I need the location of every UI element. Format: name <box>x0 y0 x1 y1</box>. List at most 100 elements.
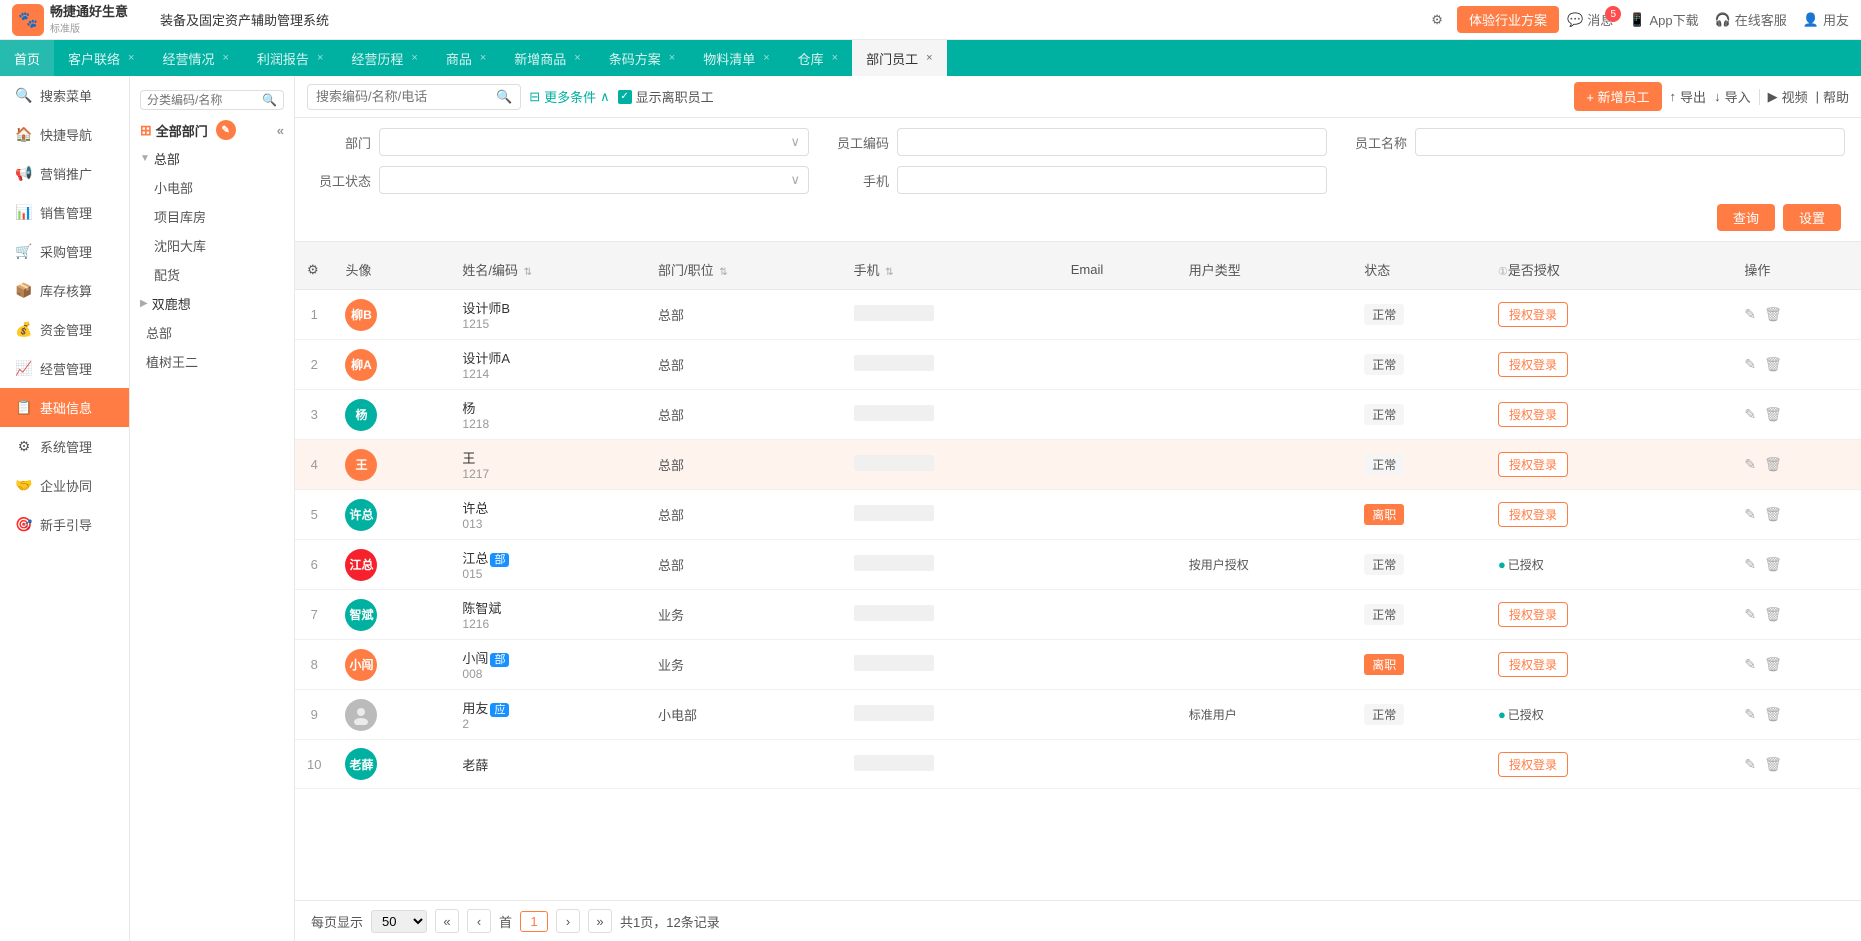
tab-profit[interactable]: 利润报告 × <box>243 40 337 76</box>
view-button[interactable]: ▶ 视频 <box>1768 87 1808 106</box>
dept-node-peihuo[interactable]: 配货 <box>130 260 294 289</box>
delete-icon[interactable]: 🗑 <box>1764 456 1782 473</box>
empname-field[interactable] <box>1415 128 1845 156</box>
delete-icon[interactable]: 🗑 <box>1764 656 1782 673</box>
empname-input[interactable] <box>1415 128 1845 156</box>
edit-icon[interactable]: ✎ <box>1744 406 1756 423</box>
auth-login-button[interactable]: 授权登录 <box>1498 602 1568 627</box>
col-gear[interactable]: ⚙ <box>295 250 333 290</box>
set-button[interactable]: 设置 <box>1783 204 1841 231</box>
tab-staff[interactable]: 部门员工 × <box>852 40 946 76</box>
dept-node-zongbu[interactable]: 总部 <box>130 318 294 347</box>
delete-icon[interactable]: 🗑 <box>1764 706 1782 723</box>
tab-barcode[interactable]: 条码方案 × <box>595 40 689 76</box>
query-button[interactable]: 查询 <box>1717 204 1775 231</box>
help-button[interactable]: | 帮助 <box>1816 87 1849 106</box>
sidebar-item-finance[interactable]: 💰 资金管理 <box>0 310 129 349</box>
tab-addgoods[interactable]: 新增商品 × <box>500 40 594 76</box>
tab-home[interactable]: 首页 <box>0 40 54 76</box>
dept-select-control[interactable]: ∨ <box>379 128 809 156</box>
edit-icon[interactable]: ✎ <box>1744 456 1756 473</box>
close-icon[interactable]: × <box>222 52 228 64</box>
sidebar-item-system[interactable]: ⚙ 系统管理 <box>0 427 129 466</box>
dept-node-xiaodian[interactable]: 小电部 <box>130 173 294 202</box>
dept-all-button[interactable]: ⊞ 全部部门 ✎ « <box>130 116 294 144</box>
edit-icon[interactable]: ✎ <box>1744 656 1756 673</box>
delete-icon[interactable]: 🗑 <box>1764 556 1782 573</box>
edit-icon[interactable]: ✎ <box>1744 306 1756 323</box>
gear-button[interactable]: ⚙ <box>1425 8 1449 32</box>
user-button[interactable]: 👤 用友 <box>1803 10 1849 29</box>
service-button[interactable]: 🎧 在线客服 <box>1715 10 1787 29</box>
last-page-button[interactable]: » <box>588 909 612 933</box>
tab-warehouse[interactable]: 仓库 × <box>784 40 852 76</box>
search-input[interactable] <box>316 89 492 104</box>
close-icon[interactable]: × <box>763 52 769 64</box>
export-button[interactable]: ↑ 导出 <box>1670 87 1707 106</box>
settings-icon[interactable]: ⚙ <box>307 262 319 277</box>
empcode-field[interactable] <box>897 128 1327 156</box>
edit-icon[interactable]: ✎ <box>1744 706 1756 723</box>
tab-history[interactable]: 经营历程 × <box>337 40 431 76</box>
delete-icon[interactable]: 🗑 <box>1764 406 1782 423</box>
auth-login-button[interactable]: 授权登录 <box>1498 502 1568 527</box>
status-select-control[interactable]: ∨ <box>379 166 809 194</box>
dept-search[interactable]: 🔍 <box>140 90 284 110</box>
more-filter-button[interactable]: ⊟ 更多条件 ∧ <box>529 87 609 106</box>
phone-input[interactable] <box>897 166 1327 194</box>
phone-field[interactable] <box>897 166 1327 194</box>
close-icon[interactable]: × <box>128 52 134 64</box>
sidebar-item-purchase[interactable]: 🛒 采购管理 <box>0 232 129 271</box>
close-icon[interactable]: × <box>669 52 675 64</box>
sidebar-item-guide[interactable]: 🎯 新手引导 <box>0 505 129 544</box>
auth-login-button[interactable]: 授权登录 <box>1498 402 1568 427</box>
status-select[interactable]: ∨ <box>379 166 809 194</box>
per-page-select[interactable]: 50 100 <box>371 910 427 933</box>
sidebar-item-sales[interactable]: 📊 销售管理 <box>0 193 129 232</box>
dept-select[interactable]: ∨ <box>379 128 809 156</box>
show-resigned-toggle[interactable]: ✓ 显示离职员工 <box>618 87 714 106</box>
auth-login-button[interactable]: 授权登录 <box>1498 452 1568 477</box>
current-page[interactable]: 1 <box>520 911 548 932</box>
sidebar-item-collab[interactable]: 🤝 企业协同 <box>0 466 129 505</box>
sidebar-item-marketing[interactable]: 📢 营销推广 <box>0 154 129 193</box>
edit-icon[interactable]: ✎ <box>1744 606 1756 623</box>
dept-node-zhishu[interactable]: 植树王二 <box>130 347 294 376</box>
auth-login-button[interactable]: 授权登录 <box>1498 752 1568 777</box>
delete-icon[interactable]: 🗑 <box>1764 306 1782 323</box>
dept-node-xiangmu[interactable]: 项目库房 <box>130 202 294 231</box>
app-download-button[interactable]: 📱 App下载 <box>1629 10 1698 29</box>
dept-edit-button[interactable]: ✎ <box>216 120 236 140</box>
sidebar-item-nav[interactable]: 🏠 快捷导航 <box>0 115 129 154</box>
delete-icon[interactable]: 🗑 <box>1764 356 1782 373</box>
dept-node-shuanglu[interactable]: ▶ 双鹿想 <box>130 289 294 318</box>
close-icon[interactable]: × <box>832 52 838 64</box>
collapse-button[interactable]: « <box>277 123 284 138</box>
edit-icon[interactable]: ✎ <box>1744 556 1756 573</box>
edit-icon[interactable]: ✎ <box>1744 356 1756 373</box>
dept-search-input[interactable] <box>147 93 262 107</box>
close-icon[interactable]: × <box>411 52 417 64</box>
dept-group-zongbu[interactable]: ▼ 总部 <box>130 144 294 173</box>
tab-goods[interactable]: 商品 × <box>432 40 500 76</box>
col-dept[interactable]: 部门/职位 ⇅ <box>646 250 842 290</box>
close-icon[interactable]: × <box>317 52 323 64</box>
delete-icon[interactable]: 🗑 <box>1764 606 1782 623</box>
tab-customer[interactable]: 客户联络 × <box>54 40 148 76</box>
next-page-button[interactable]: › <box>556 909 580 933</box>
empcode-input[interactable] <box>897 128 1327 156</box>
first-page-button[interactable]: « <box>435 909 459 933</box>
trial-button[interactable]: 体验行业方案 <box>1457 6 1559 33</box>
dept-node-shenyang[interactable]: 沈阳大库 <box>130 231 294 260</box>
close-icon[interactable]: × <box>926 52 932 64</box>
message-button[interactable]: 💬 消息 5 <box>1567 10 1613 29</box>
sidebar-item-operation[interactable]: 📈 经营管理 <box>0 349 129 388</box>
close-icon[interactable]: × <box>574 52 580 64</box>
col-name[interactable]: 姓名/编码 ⇅ <box>450 250 646 290</box>
tab-bom[interactable]: 物料清单 × <box>689 40 783 76</box>
delete-icon[interactable]: 🗑 <box>1764 506 1782 523</box>
add-employee-button[interactable]: + 新增员工 <box>1574 82 1661 111</box>
prev-page-button[interactable]: ‹ <box>467 909 491 933</box>
col-phone[interactable]: 手机 ⇅ <box>842 250 1059 290</box>
close-icon[interactable]: × <box>480 52 486 64</box>
